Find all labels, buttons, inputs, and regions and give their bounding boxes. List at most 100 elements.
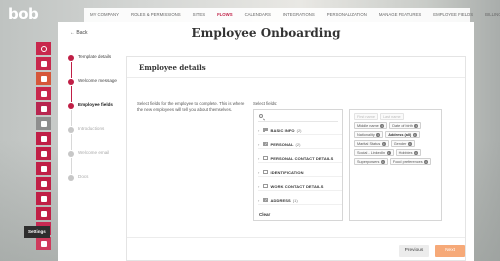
step-indicator-icon [68, 79, 74, 85]
group-icon [40, 240, 47, 247]
remove-chip-icon[interactable]: × [412, 132, 417, 137]
selected-fields-list: First name Last name Middle name × Date of b… [354, 113, 437, 165]
field-chip: First name [354, 113, 378, 120]
field-group-personal[interactable]: › PERSONAL(2) [258, 140, 342, 149]
field-chip: Last name [379, 113, 404, 120]
remove-chip-icon[interactable]: × [380, 159, 385, 164]
remove-chip-icon[interactable]: × [424, 159, 429, 164]
eye-icon [40, 120, 47, 127]
next-button[interactable]: Next [435, 245, 465, 257]
chat-icon [40, 195, 47, 202]
clear-button[interactable]: Clear [259, 212, 270, 217]
remove-chip-icon[interactable]: × [381, 141, 386, 146]
step-connector [70, 62, 72, 78]
field-chip-label: Nationality [357, 132, 375, 137]
nav-item-employee-fields[interactable]: EMPLOYEE FIELDS [427, 8, 479, 22]
remove-chip-icon[interactable]: × [414, 150, 419, 155]
page-title: Employee Onboarding [191, 26, 341, 40]
nav-item-integrations[interactable]: INTEGRATIONS [277, 8, 321, 22]
field-group-checkbox[interactable] [263, 155, 268, 161]
field-chip-label: Address (all) [388, 132, 412, 137]
nav-item-personalization[interactable]: PERSONALIZATION [321, 8, 373, 22]
field-chip: Date of birth × [389, 122, 422, 129]
field-group-name: ADDRESS [270, 197, 291, 203]
field-group-basic-info[interactable]: › BASIC INFO (2) [258, 126, 342, 135]
step-employee-fields[interactable]: Employee fields [68, 102, 124, 126]
nav-item-billing[interactable]: BILLING [479, 8, 500, 22]
field-selector: Clear ›BASIC INFO(2)›PERSONAL(2)›PERSONA… [253, 109, 343, 221]
step-docs[interactable]: Docs [68, 174, 124, 198]
sidebar-item-check[interactable] [36, 177, 51, 190]
field-group-checkbox[interactable] [263, 127, 268, 133]
step-connector [70, 134, 72, 150]
remove-chip-icon[interactable]: × [380, 123, 385, 128]
sidebar-item-calendar[interactable] [36, 132, 51, 145]
sidebar-item-heart[interactable] [36, 102, 51, 115]
remove-chip-icon[interactable]: × [414, 123, 419, 128]
nav-item-calendars[interactable]: CALENDARS [239, 8, 277, 22]
step-introductions[interactable]: Introductions [68, 126, 124, 150]
sidebar [36, 42, 51, 250]
step-indicator-icon [68, 103, 74, 109]
step-indicator-icon [68, 127, 74, 133]
step-label: Introductions [78, 126, 105, 131]
remove-chip-icon[interactable]: × [376, 132, 381, 137]
remove-chip-icon[interactable]: × [407, 141, 412, 146]
field-chip: Social - LinkedIn × [354, 149, 394, 156]
sidebar-item-search[interactable] [36, 42, 51, 55]
main-panel: ← Back Employee Onboarding Template deta… [58, 22, 474, 261]
sidebar-item-home[interactable] [36, 57, 51, 70]
sidebar-item-people[interactable] [36, 72, 51, 85]
sidebar-item-eye[interactable] [36, 117, 51, 130]
sidebar-item-chat[interactable] [36, 192, 51, 205]
chevron-right-icon[interactable]: › [258, 198, 262, 203]
field-group-identification[interactable]: › IDENTIFICATION [258, 168, 342, 177]
field-chip-label: Marital Status [357, 141, 381, 146]
step-template-details[interactable]: Template details [68, 54, 124, 78]
field-group-work-contact-details[interactable]: › WORK CONTACT DETAILS [258, 182, 342, 191]
nav-item-sites[interactable]: SITES [187, 8, 211, 22]
field-group-personal-contact-details[interactable]: › PERSONAL CONTACT DETAILS [258, 154, 342, 163]
step-label: Welcome email [78, 150, 110, 155]
field-group-checkbox[interactable] [263, 183, 268, 189]
field-chip-label: Superpowers [357, 159, 380, 164]
chevron-right-icon[interactable]: › [258, 142, 262, 147]
sidebar-item-clipboard[interactable] [36, 147, 51, 160]
chevron-right-icon[interactable]: › [258, 156, 262, 161]
field-chip-label: Date of birth [392, 123, 413, 128]
field-group-address[interactable]: › ADDRESS(1) [258, 196, 342, 205]
sidebar-item-group[interactable] [36, 237, 51, 250]
nav-item-my-company[interactable]: MY COMPANY [84, 8, 125, 22]
remove-chip-icon[interactable]: × [386, 150, 391, 155]
step-welcome-message[interactable]: Welcome message [68, 78, 124, 102]
step-label: Docs [78, 174, 89, 179]
chevron-right-icon[interactable]: › [258, 170, 262, 175]
field-group-checkbox[interactable] [263, 197, 268, 203]
field-group-name: BASIC INFO [270, 127, 295, 133]
settings-tooltip: Settings [24, 226, 50, 238]
field-chip-label: First name [357, 114, 375, 119]
selected-fields-box: First name Last name Middle name × Date of b… [349, 109, 442, 221]
field-group-count: (1) [292, 197, 298, 203]
field-search-input[interactable] [258, 113, 338, 122]
calendar-icon [40, 135, 47, 142]
sidebar-item-timer[interactable] [36, 87, 51, 100]
nav-item-flows[interactable]: FLOWS [211, 8, 239, 23]
field-group-name: IDENTIFICATION [270, 169, 304, 175]
heart-icon [40, 105, 47, 112]
step-indicator-icon [68, 175, 74, 181]
sidebar-item-person-card[interactable] [36, 162, 51, 175]
bob-logo[interactable]: bob [8, 5, 39, 23]
previous-button[interactable]: Previous [399, 245, 429, 257]
field-group-checkbox[interactable] [263, 169, 268, 175]
nav-item-manage-features[interactable]: MANAGE FEATURES [373, 8, 427, 22]
step-indicator-icon [68, 151, 74, 157]
chevron-right-icon[interactable]: › [258, 128, 262, 133]
field-group-checkbox[interactable] [263, 141, 268, 147]
chevron-right-icon[interactable]: › [258, 184, 262, 189]
step-welcome-email[interactable]: Welcome email [68, 150, 124, 174]
timer-icon [40, 90, 47, 97]
nav-item-roles-permissions[interactable]: ROLES & PERMISSIONS [125, 8, 187, 22]
stepper: Template details Welcome message Employee … [68, 54, 124, 198]
sidebar-item-document[interactable] [36, 207, 51, 220]
